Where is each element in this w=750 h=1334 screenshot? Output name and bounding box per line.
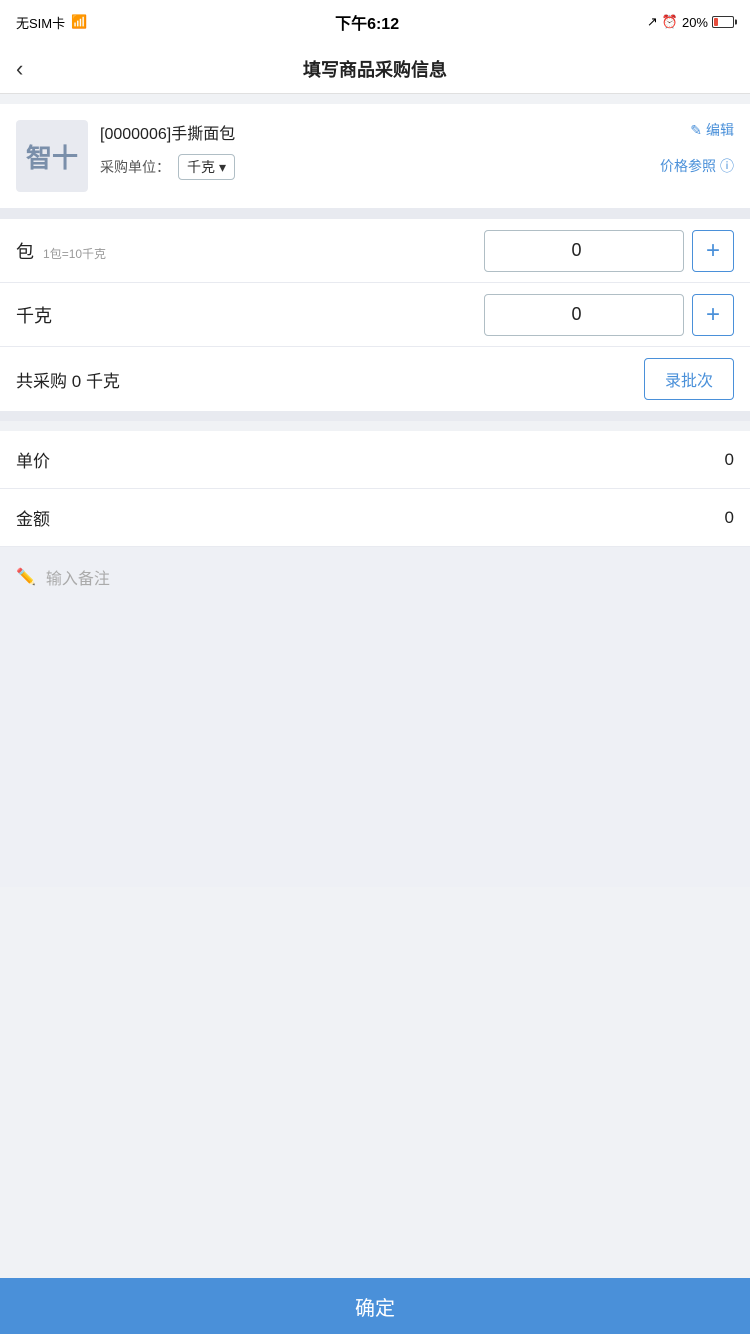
confirm-button-label: 确定: [355, 1292, 395, 1321]
content-area: [0, 607, 750, 887]
input-section: 包 1包=10千克 + 千克 + 共采购 0 千克 录批次: [0, 219, 750, 411]
status-left: 无SIM卡 📶: [16, 13, 87, 32]
status-time: 下午6:12: [335, 10, 399, 34]
unit-label: 采购单位：: [100, 157, 170, 177]
dropdown-arrow-icon: ▾: [219, 159, 226, 176]
notes-placeholder: 输入备注: [46, 565, 110, 589]
amount-row: 金额 0: [0, 489, 750, 547]
summary-row: 共采购 0 千克 录批次: [0, 347, 750, 411]
location-icon: ↗: [647, 14, 658, 30]
pencil-icon: ✏️: [16, 567, 36, 587]
notes-section[interactable]: ✏️ 输入备注: [0, 547, 750, 607]
product-actions: ✎ 编辑 价格参照 ⓘ: [660, 120, 734, 176]
confirm-button[interactable]: 确定: [0, 1278, 750, 1334]
summary-unit: 千克: [86, 372, 120, 391]
bag-input-wrap: +: [116, 230, 734, 272]
kg-input-row: 千克 +: [0, 283, 750, 347]
product-card: 智十 [0000006]手撕面包 采购单位： 千克 ▾ ✎ 编辑 价格参照 ⓘ: [0, 104, 750, 209]
record-batch-button[interactable]: 录批次: [644, 358, 734, 400]
section-divider-2: [0, 411, 750, 421]
summary-text: 共采购 0 千克: [16, 367, 120, 392]
unit-price-label: 单价: [16, 447, 50, 472]
product-unit-row: 采购单位： 千克 ▾: [100, 154, 648, 180]
info-section: 单价 0 金额 0: [0, 431, 750, 547]
product-logo: 智十: [26, 138, 78, 175]
alarm-icon: ⏰: [662, 14, 678, 30]
kg-plus-button[interactable]: +: [692, 294, 734, 336]
battery-text: 20%: [682, 15, 708, 30]
unit-price-row: 单价 0: [0, 431, 750, 489]
amount-value: 0: [725, 508, 734, 528]
summary-value: 0: [72, 372, 81, 391]
page-title: 填写商品采购信息: [303, 56, 447, 82]
kg-input-wrap: +: [116, 294, 734, 336]
price-reference-button[interactable]: 价格参照 ⓘ: [660, 156, 734, 176]
section-divider-1: [0, 209, 750, 219]
carrier-text: 无SIM卡: [16, 13, 65, 32]
bag-input[interactable]: [484, 230, 684, 272]
unit-select[interactable]: 千克 ▾: [178, 154, 235, 180]
bag-input-row: 包 1包=10千克 +: [0, 219, 750, 283]
bag-plus-button[interactable]: +: [692, 230, 734, 272]
unit-price-value: 0: [725, 450, 734, 470]
back-button[interactable]: ‹: [16, 56, 23, 82]
edit-icon: ✎: [690, 122, 702, 139]
bag-sub-label: 1包=10千克: [43, 247, 106, 261]
info-circle-icon: ⓘ: [720, 156, 734, 176]
status-bar: 无SIM卡 📶 下午6:12 ↗ ⏰ 20%: [0, 0, 750, 44]
kg-input[interactable]: [484, 294, 684, 336]
amount-label: 金额: [16, 505, 50, 530]
kg-label: 千克: [16, 302, 116, 328]
product-info: [0000006]手撕面包 采购单位： 千克 ▾: [100, 120, 648, 180]
edit-button[interactable]: ✎ 编辑: [690, 120, 734, 140]
status-right: ↗ ⏰ 20%: [647, 14, 734, 30]
product-thumbnail: 智十: [16, 120, 88, 192]
bag-label: 包 1包=10千克: [16, 238, 116, 264]
product-name: [0000006]手撕面包: [100, 120, 648, 144]
wifi-icon: 📶: [71, 14, 87, 30]
battery-icon: [712, 16, 734, 28]
nav-bar: ‹ 填写商品采购信息: [0, 44, 750, 94]
battery-fill: [714, 18, 718, 26]
